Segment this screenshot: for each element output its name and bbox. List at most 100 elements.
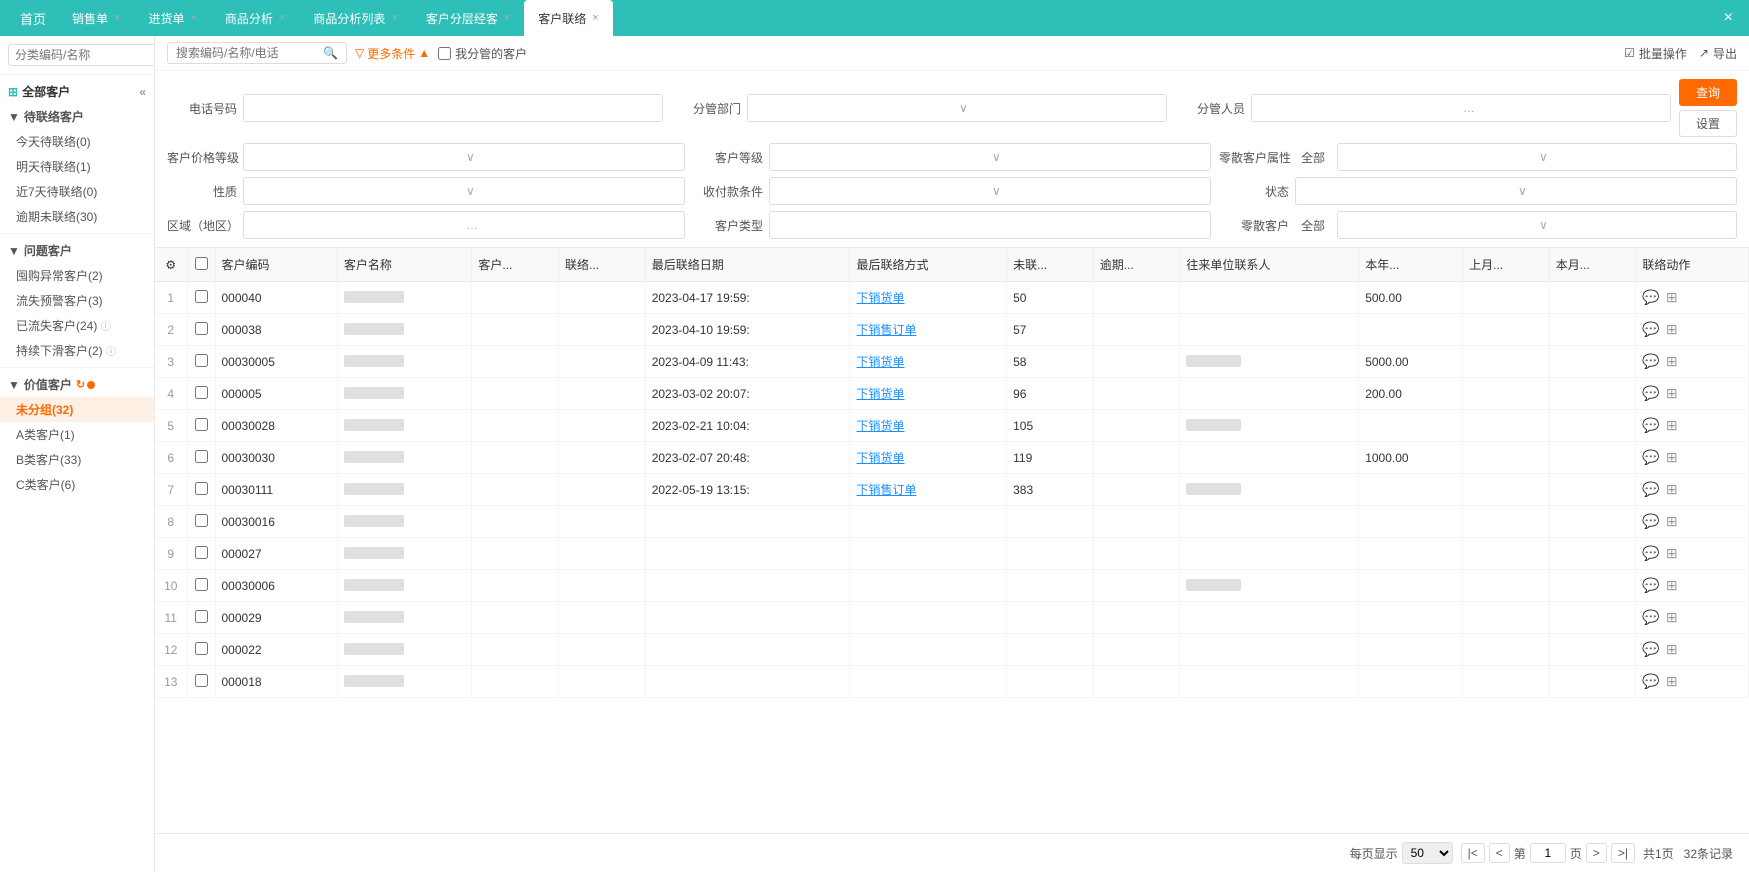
tab-sales[interactable]: 销售单 × <box>58 0 134 36</box>
batch-operation-button[interactable]: ☑ 批量操作 <box>1624 45 1687 62</box>
table-select-all-col[interactable] <box>187 248 215 282</box>
grid-action-icon[interactable]: ⊞ <box>1666 353 1678 370</box>
row-checkbox-cell[interactable] <box>187 602 215 634</box>
sidebar-item-overdue-contact[interactable]: 逾期未联络(30) <box>0 204 154 229</box>
last-contact-way[interactable] <box>850 602 1007 634</box>
sidebar-item-today-contact[interactable]: 今天待联络(0) <box>0 129 154 154</box>
tab-close-product-analysis[interactable]: × <box>279 12 285 24</box>
first-page-button[interactable]: |< <box>1461 843 1485 863</box>
last-contact-way[interactable]: 下销货单 <box>850 378 1007 410</box>
contact-way-link[interactable]: 下销货单 <box>856 291 904 305</box>
grid-action-icon[interactable]: ⊞ <box>1666 289 1678 306</box>
cust-type-select[interactable] <box>769 211 1211 239</box>
row-checkbox-cell[interactable] <box>187 506 215 538</box>
phone-input[interactable] <box>243 94 663 122</box>
tab-customer-contact[interactable]: 客户联络 × <box>524 0 612 36</box>
group-value-customers[interactable]: ▼ 价值客户 ↻ <box>0 372 154 397</box>
message-icon[interactable]: 💬 <box>1642 545 1659 562</box>
message-icon[interactable]: 💬 <box>1642 289 1659 306</box>
sidebar-item-class-a[interactable]: A类客户(1) <box>0 422 154 447</box>
last-contact-way[interactable]: 下销售订单 <box>850 314 1007 346</box>
tab-close-customer-contact[interactable]: × <box>592 12 598 24</box>
price-level-select[interactable]: ∨ <box>243 143 685 171</box>
row-checkbox-cell[interactable] <box>187 410 215 442</box>
contact-way-link[interactable]: 下销货单 <box>856 451 904 465</box>
sidebar-item-7day-contact[interactable]: 近7天待联络(0) <box>0 179 154 204</box>
page-number-input[interactable] <box>1530 843 1566 863</box>
tab-home[interactable]: 首页 <box>8 9 58 28</box>
dept-select[interactable]: ∨ <box>747 94 1167 122</box>
row-checkbox-cell[interactable] <box>187 634 215 666</box>
last-contact-way[interactable]: 下销货单 <box>850 282 1007 314</box>
row-checkbox[interactable] <box>195 610 208 623</box>
nature-select[interactable]: ∨ <box>243 177 685 205</box>
table-settings-col[interactable]: ⚙ <box>155 248 187 282</box>
last-contact-way[interactable] <box>850 570 1007 602</box>
grid-action-icon[interactable]: ⊞ <box>1666 513 1678 530</box>
row-checkbox-cell[interactable] <box>187 346 215 378</box>
row-checkbox-cell[interactable] <box>187 666 215 698</box>
message-icon[interactable]: 💬 <box>1642 353 1659 370</box>
row-checkbox[interactable] <box>195 642 208 655</box>
row-checkbox-cell[interactable] <box>187 442 215 474</box>
last-contact-way[interactable] <box>850 634 1007 666</box>
message-icon[interactable]: 💬 <box>1642 673 1659 690</box>
retail-attr-select[interactable]: ∨ <box>1337 143 1737 171</box>
row-checkbox[interactable] <box>195 578 208 591</box>
grid-action-icon[interactable]: ⊞ <box>1666 609 1678 626</box>
my-customers-filter[interactable]: 我分管的客户 <box>438 45 527 62</box>
message-icon[interactable]: 💬 <box>1642 641 1659 658</box>
row-checkbox-cell[interactable] <box>187 538 215 570</box>
tab-product-list[interactable]: 商品分析列表 × <box>299 0 411 36</box>
sidebar-item-churn-warning[interactable]: 流失预警客户(3) <box>0 288 154 313</box>
row-checkbox[interactable] <box>195 386 208 399</box>
page-size-select[interactable]: 50 100 200 <box>1402 842 1453 864</box>
group-problem-customers[interactable]: ▼ 问题客户 <box>0 238 154 263</box>
contact-way-link[interactable]: 下销货单 <box>856 355 904 369</box>
grid-action-icon[interactable]: ⊞ <box>1666 641 1678 658</box>
grid-action-icon[interactable]: ⊞ <box>1666 673 1678 690</box>
last-contact-way[interactable]: 下销货单 <box>850 346 1007 378</box>
row-checkbox[interactable] <box>195 450 208 463</box>
query-button[interactable]: 查询 <box>1679 79 1737 106</box>
tab-purchase[interactable]: 进货单 × <box>134 0 210 36</box>
region-select[interactable]: … <box>243 211 685 239</box>
tab-close-sales[interactable]: × <box>114 12 120 24</box>
message-icon[interactable]: 💬 <box>1642 385 1659 402</box>
message-icon[interactable]: 💬 <box>1642 449 1659 466</box>
grid-action-icon[interactable]: ⊞ <box>1666 577 1678 594</box>
grid-action-icon[interactable]: ⊞ <box>1666 385 1678 402</box>
grid-action-icon[interactable]: ⊞ <box>1666 417 1678 434</box>
contact-way-link[interactable]: 下销货单 <box>856 387 904 401</box>
sidebar-item-class-c[interactable]: C类客户(6) <box>0 472 154 497</box>
tab-close-product-list[interactable]: × <box>391 12 397 24</box>
group-pending-contact[interactable]: ▼ 待联络客户 <box>0 104 154 129</box>
search-icon[interactable]: 🔍 <box>323 46 338 60</box>
sidebar-collapse-icon[interactable]: « <box>139 85 146 99</box>
row-checkbox-cell[interactable] <box>187 378 215 410</box>
select-all-checkbox[interactable] <box>195 257 208 270</box>
row-checkbox[interactable] <box>195 354 208 367</box>
search-input[interactable] <box>176 46 319 60</box>
contact-way-link[interactable]: 下销售订单 <box>856 323 916 337</box>
reset-button[interactable]: 设置 <box>1679 110 1737 137</box>
sidebar-item-declining[interactable]: 持续下滑客户(2) ⓘ <box>0 338 154 363</box>
last-contact-way[interactable] <box>850 666 1007 698</box>
last-contact-way[interactable] <box>850 506 1007 538</box>
close-all-tabs-button[interactable]: × <box>1716 9 1741 27</box>
retail-cust-select[interactable]: ∨ <box>1337 211 1737 239</box>
contact-way-link[interactable]: 下销货单 <box>856 419 904 433</box>
sidebar-item-tomorrow-contact[interactable]: 明天待联络(1) <box>0 154 154 179</box>
sidebar-item-class-b[interactable]: B类客户(33) <box>0 447 154 472</box>
row-checkbox[interactable] <box>195 322 208 335</box>
grid-action-icon[interactable]: ⊞ <box>1666 481 1678 498</box>
row-checkbox[interactable] <box>195 514 208 527</box>
row-checkbox-cell[interactable] <box>187 314 215 346</box>
message-icon[interactable]: 💬 <box>1642 609 1659 626</box>
customer-level-select[interactable]: ∨ <box>769 143 1211 171</box>
message-icon[interactable]: 💬 <box>1642 513 1659 530</box>
message-icon[interactable]: 💬 <box>1642 481 1659 498</box>
last-contact-way[interactable]: 下销货单 <box>850 442 1007 474</box>
sidebar-search-input[interactable] <box>8 44 155 66</box>
sidebar-item-ungrouped[interactable]: 未分组(32) <box>0 397 154 422</box>
